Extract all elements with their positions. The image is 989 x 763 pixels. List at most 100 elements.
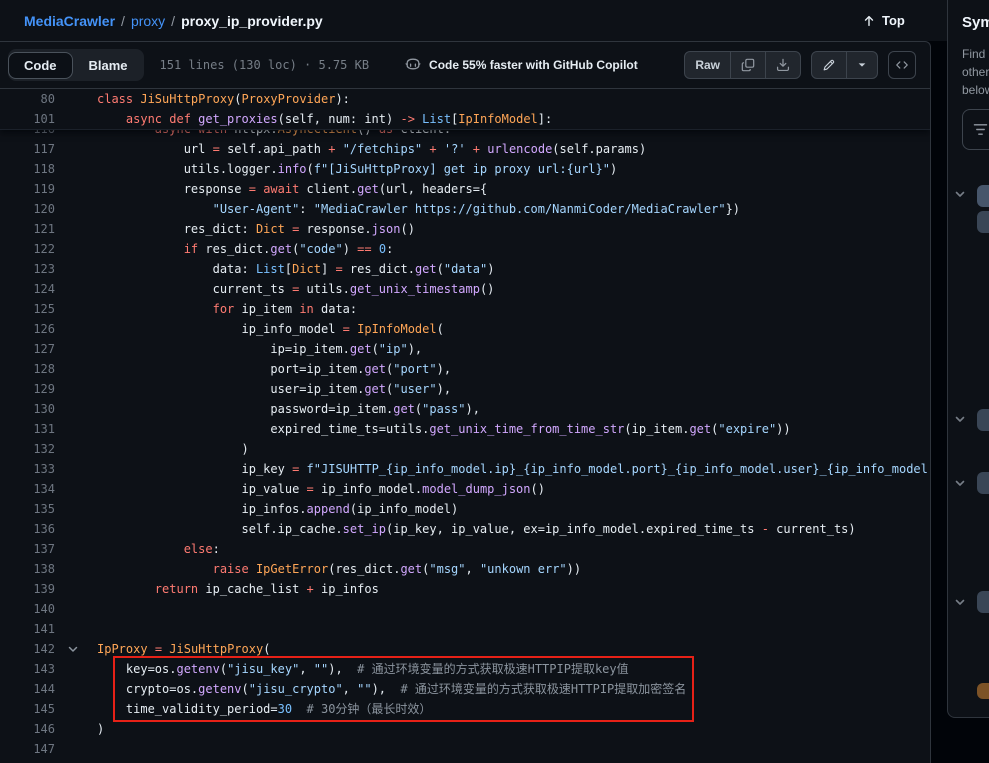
code-text: class JiSuHttpProxy(ProxyProvider): bbox=[97, 89, 350, 109]
edit-group bbox=[811, 51, 878, 79]
gutter-spacer bbox=[55, 319, 97, 339]
line-number[interactable]: 117 bbox=[0, 139, 55, 159]
line-number[interactable]: 121 bbox=[0, 219, 55, 239]
line-number[interactable]: 138 bbox=[0, 559, 55, 579]
symbols-filter-button[interactable] bbox=[962, 109, 989, 150]
code-line: 135 ip_infos.append(ip_info_model) bbox=[0, 499, 930, 519]
line-number[interactable]: 141 bbox=[0, 619, 55, 639]
line-number[interactable]: 124 bbox=[0, 279, 55, 299]
symbol-pill[interactable] bbox=[977, 185, 989, 207]
line-number[interactable]: 139 bbox=[0, 579, 55, 599]
line-number[interactable]: 80 bbox=[0, 89, 55, 109]
symbol-group-chevron-icon[interactable] bbox=[954, 187, 968, 201]
code-line: 143 key=os.getenv("jisu_key", ""), # 通过环… bbox=[0, 659, 930, 679]
symbol-pill[interactable] bbox=[977, 409, 989, 431]
gutter-spacer bbox=[55, 519, 97, 539]
gutter-spacer bbox=[55, 619, 97, 639]
symbol-group-chevron-icon[interactable] bbox=[954, 412, 968, 426]
line-number[interactable]: 143 bbox=[0, 659, 55, 679]
line-number[interactable]: 120 bbox=[0, 199, 55, 219]
download-button[interactable] bbox=[765, 52, 800, 78]
back-to-top-label: Top bbox=[882, 13, 905, 28]
sticky-context-lines: 80class JiSuHttpProxy(ProxyProvider):101… bbox=[0, 89, 930, 130]
line-number[interactable]: 142 bbox=[0, 639, 55, 659]
line-number[interactable]: 146 bbox=[0, 719, 55, 739]
gutter-spacer bbox=[55, 599, 97, 619]
code-line: 133 ip_key = f"JISUHTTP_{ip_info_model.i… bbox=[0, 459, 930, 479]
code-text: current_ts = utils.get_unix_timestamp() bbox=[97, 279, 494, 299]
symbol-pill[interactable] bbox=[977, 591, 989, 613]
tab-code[interactable]: Code bbox=[8, 52, 73, 79]
code-text: "User-Agent": "MediaCrawler https://gith… bbox=[97, 199, 740, 219]
copy-button[interactable] bbox=[730, 52, 765, 78]
filter-icon bbox=[973, 123, 988, 136]
code-line: 134 ip_value = ip_info_model.model_dump_… bbox=[0, 479, 930, 499]
edit-dropdown-button[interactable] bbox=[846, 52, 877, 78]
code-line: 140 bbox=[0, 599, 930, 619]
breadcrumb-separator: / bbox=[121, 13, 125, 29]
breadcrumb-repo-link[interactable]: MediaCrawler bbox=[24, 13, 115, 29]
code-line: 120 "User-Agent": "MediaCrawler https://… bbox=[0, 199, 930, 219]
gutter-spacer bbox=[55, 739, 97, 759]
line-number[interactable]: 140 bbox=[0, 599, 55, 619]
file-toolbar: Code Blame 151 lines (130 loc) · 5.75 KB… bbox=[0, 42, 930, 89]
copilot-banner-label: Code 55% faster with GitHub Copilot bbox=[429, 58, 638, 72]
line-number[interactable]: 137 bbox=[0, 539, 55, 559]
back-to-top-link[interactable]: Top bbox=[862, 0, 905, 41]
line-number[interactable]: 122 bbox=[0, 239, 55, 259]
raw-button[interactable]: Raw bbox=[685, 52, 730, 78]
breadcrumb-folder-link[interactable]: proxy bbox=[131, 13, 165, 29]
line-number[interactable]: 126 bbox=[0, 319, 55, 339]
fold-chevron-icon[interactable] bbox=[55, 639, 97, 659]
symbols-panel-toggle-button[interactable] bbox=[888, 51, 916, 79]
line-number[interactable]: 134 bbox=[0, 479, 55, 499]
line-number[interactable]: 132 bbox=[0, 439, 55, 459]
tab-blame[interactable]: Blame bbox=[73, 52, 144, 79]
line-number[interactable]: 130 bbox=[0, 399, 55, 419]
line-number[interactable]: 129 bbox=[0, 379, 55, 399]
code-area: 116 async with httpx.AsyncClient() as cl… bbox=[0, 89, 930, 763]
breadcrumb-file-name: proxy_ip_provider.py bbox=[181, 13, 323, 29]
line-number[interactable]: 131 bbox=[0, 419, 55, 439]
gutter-spacer bbox=[55, 459, 97, 479]
code-text: password=ip_item.get("pass"), bbox=[97, 399, 480, 419]
code-text: ip_key = f"JISUHTTP_{ip_info_model.ip}_{… bbox=[97, 459, 930, 479]
code-line: 101 async def get_proxies(self, num: int… bbox=[0, 109, 930, 129]
line-number[interactable]: 101 bbox=[0, 109, 55, 129]
line-number[interactable]: 128 bbox=[0, 359, 55, 379]
gutter-spacer bbox=[55, 239, 97, 259]
line-number[interactable]: 145 bbox=[0, 699, 55, 719]
line-number[interactable]: 127 bbox=[0, 339, 55, 359]
code-text: return ip_cache_list + ip_infos bbox=[97, 579, 379, 599]
code-line: 139 return ip_cache_list + ip_infos bbox=[0, 579, 930, 599]
gutter-spacer bbox=[55, 559, 97, 579]
symbols-panel-description: Find other below bbox=[962, 45, 989, 99]
code-lines: 116 async with httpx.AsyncClient() as cl… bbox=[0, 89, 930, 759]
line-number[interactable]: 133 bbox=[0, 459, 55, 479]
gutter-spacer bbox=[55, 339, 97, 359]
symbol-pill[interactable] bbox=[977, 683, 989, 699]
line-number[interactable]: 119 bbox=[0, 179, 55, 199]
gutter-spacer bbox=[55, 109, 97, 129]
gutter-spacer bbox=[55, 479, 97, 499]
gutter-spacer bbox=[55, 299, 97, 319]
code-text: key=os.getenv("jisu_key", ""), # 通过环境变量的… bbox=[97, 659, 629, 679]
line-number[interactable]: 135 bbox=[0, 499, 55, 519]
edit-pencil-button[interactable] bbox=[812, 52, 846, 78]
gutter-spacer bbox=[55, 89, 97, 109]
line-number[interactable]: 136 bbox=[0, 519, 55, 539]
line-number[interactable]: 147 bbox=[0, 739, 55, 759]
symbol-pill[interactable] bbox=[977, 211, 989, 233]
copilot-banner[interactable]: Code 55% faster with GitHub Copilot bbox=[405, 56, 638, 75]
symbol-group-chevron-icon[interactable] bbox=[954, 595, 968, 609]
symbol-group-chevron-icon[interactable] bbox=[954, 476, 968, 490]
line-number[interactable]: 123 bbox=[0, 259, 55, 279]
code-line: 132 ) bbox=[0, 439, 930, 459]
github-file-view: { "breadcrumb": { "repo": "MediaCrawler"… bbox=[0, 0, 989, 763]
code-text: time_validity_period=30 # 30分钟（最长时效） bbox=[97, 699, 431, 719]
gutter-spacer bbox=[55, 279, 97, 299]
line-number[interactable]: 125 bbox=[0, 299, 55, 319]
line-number[interactable]: 144 bbox=[0, 679, 55, 699]
line-number[interactable]: 118 bbox=[0, 159, 55, 179]
symbol-pill[interactable] bbox=[977, 472, 989, 494]
